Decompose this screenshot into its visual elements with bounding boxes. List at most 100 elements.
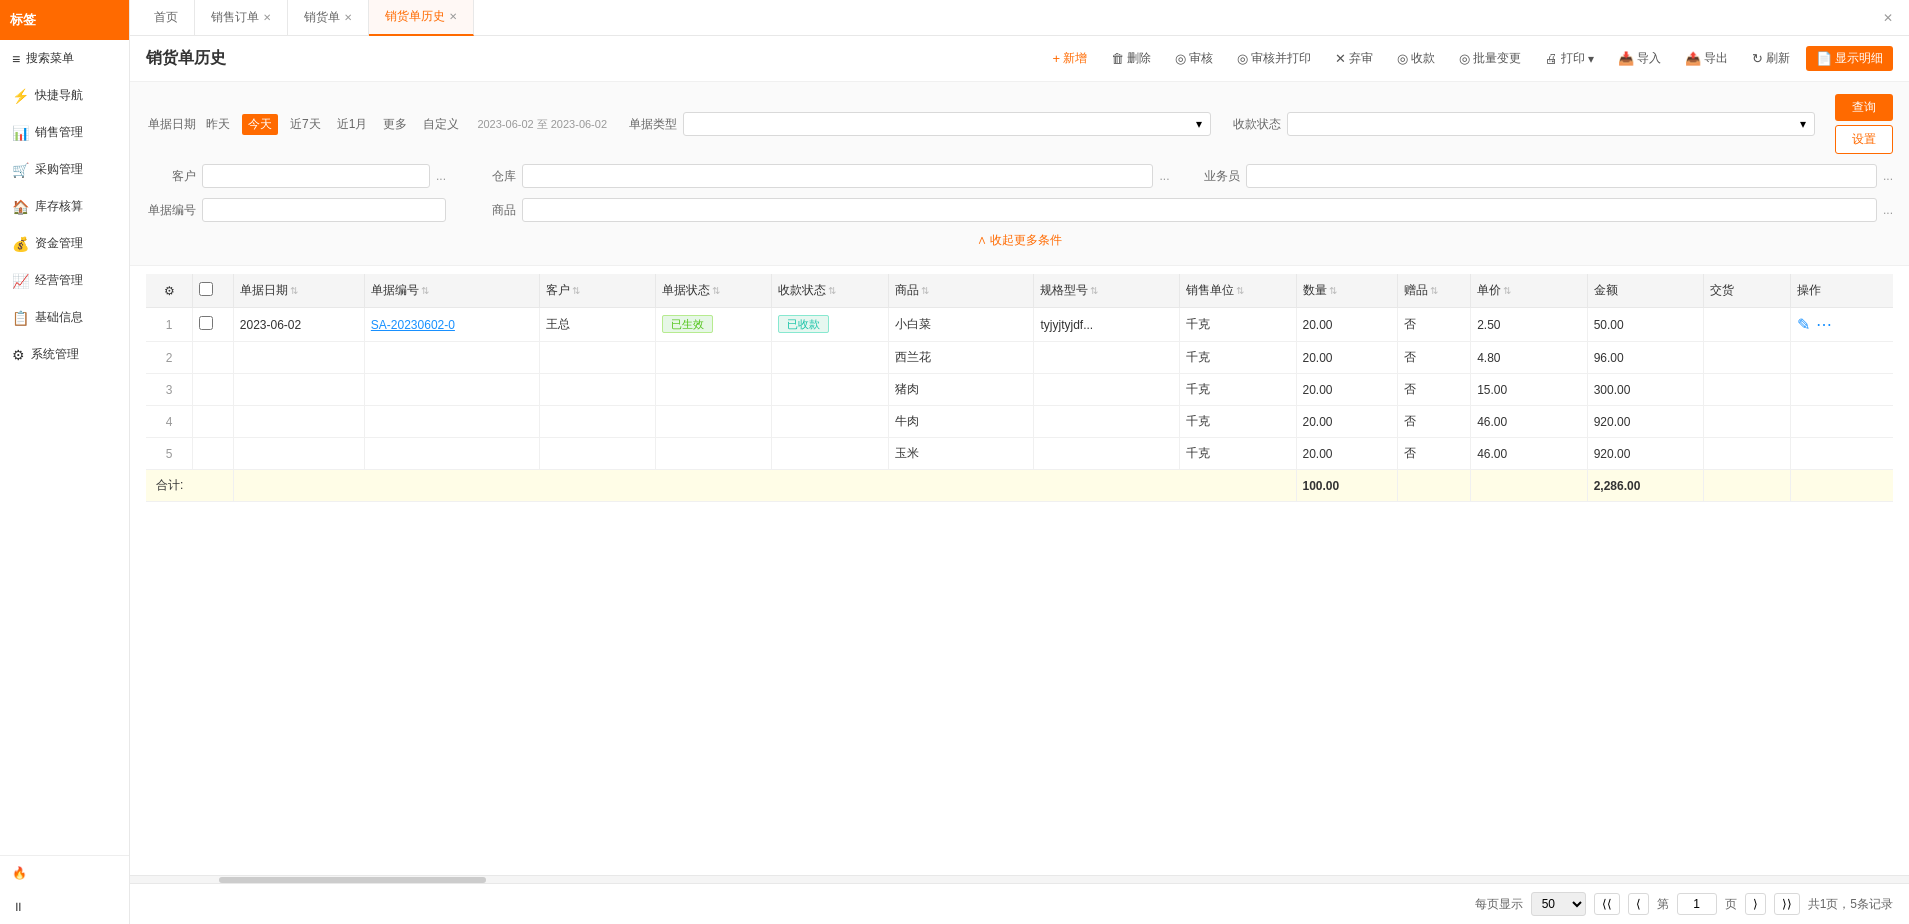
action-btns-1: ✎ ⋯ — [1797, 315, 1887, 334]
th-unit-price[interactable]: 单价 ⇅ — [1471, 274, 1587, 308]
row-transaction-3 — [1704, 374, 1791, 406]
collect-button[interactable]: ◎ 收款 — [1389, 46, 1443, 71]
import-button[interactable]: 📥 导入 — [1610, 46, 1669, 71]
row-doc-no-1: SA-20230602-0 — [364, 308, 539, 342]
batch-change-icon: ◎ — [1459, 51, 1470, 66]
row-quantity-3: 20.00 — [1296, 374, 1398, 406]
sidebar-item-search-menu[interactable]: ≡ 搜索菜单 — [0, 40, 129, 77]
table-row: 2 西兰花 千克 20.00 否 4.80 96.00 — [146, 342, 1893, 374]
tab-close-all[interactable]: ✕ — [1875, 11, 1901, 25]
th-payment-status[interactable]: 收款状态 ⇅ — [772, 274, 888, 308]
th-doc-status[interactable]: 单据状态 ⇅ — [655, 274, 771, 308]
row-num-2: 2 — [146, 342, 193, 374]
tab-home[interactable]: 首页 — [138, 0, 195, 36]
th-quantity[interactable]: 数量 ⇅ — [1296, 274, 1398, 308]
row-spec-type-4 — [1034, 406, 1180, 438]
th-amount: 金额 — [1587, 274, 1703, 308]
collapse-button[interactable]: ∧ 收起更多条件 — [977, 232, 1062, 249]
date-tab-1month[interactable]: 近1月 — [333, 114, 372, 135]
new-button[interactable]: + 新增 — [1044, 46, 1095, 71]
row-customer-3 — [539, 374, 655, 406]
export-button[interactable]: 📤 导出 — [1677, 46, 1736, 71]
date-tab-custom[interactable]: 自定义 — [419, 114, 463, 135]
next-page-btn[interactable]: ⟩ — [1745, 893, 1766, 915]
date-tab-7days[interactable]: 近7天 — [286, 114, 325, 135]
tab-sales-order[interactable]: 销售订单 ✕ — [195, 0, 288, 36]
print-icon: 🖨 — [1545, 51, 1558, 66]
goods-input[interactable] — [522, 198, 1877, 222]
sidebar-item-purchase-mgmt[interactable]: 🛒 采购管理 — [0, 151, 129, 188]
sidebar-item-operations[interactable]: 📈 经营管理 — [0, 262, 129, 299]
th-spec-type[interactable]: 规格型号 ⇅ — [1034, 274, 1180, 308]
salesperson-input[interactable] — [1246, 164, 1877, 188]
more-btn-1[interactable]: ⋯ — [1816, 315, 1832, 334]
date-tab-today[interactable]: 今天 — [242, 114, 278, 135]
setting-button[interactable]: 设置 — [1835, 125, 1893, 154]
row-gift-4: 否 — [1398, 406, 1471, 438]
sidebar-bottom-item-1[interactable]: 🔥 — [0, 856, 129, 890]
sidebar-item-finance[interactable]: 💰 资金管理 — [0, 225, 129, 262]
row-doc-no-3 — [364, 374, 539, 406]
tab-sales-delivery[interactable]: 销货单 ✕ — [288, 0, 369, 36]
table-row: 4 牛肉 千克 20.00 否 46.00 920.00 — [146, 406, 1893, 438]
sidebar-item-label: 快捷导航 — [35, 87, 83, 104]
row-1-checkbox[interactable] — [199, 316, 213, 330]
last-page-btn[interactable]: ⟩⟩ — [1774, 893, 1800, 915]
select-all-checkbox[interactable] — [199, 282, 213, 296]
sidebar-item-sales-mgmt[interactable]: 📊 销售管理 — [0, 114, 129, 151]
sidebar-bottom-item-2[interactable]: ⏸ — [0, 890, 129, 924]
refresh-button[interactable]: ↻ 刷新 — [1744, 46, 1798, 71]
payment-status-select[interactable]: ▾ — [1287, 112, 1815, 136]
row-goods-2: 西兰花 — [888, 342, 1034, 374]
th-settings[interactable]: ⚙ — [146, 274, 193, 308]
per-page-select[interactable]: 50 100 200 — [1531, 892, 1586, 916]
doc-no-link-1[interactable]: SA-20230602-0 — [371, 318, 455, 332]
row-num-1: 1 — [146, 308, 193, 342]
first-page-btn[interactable]: ⟨⟨ — [1594, 893, 1620, 915]
warehouse-dots[interactable]: ... — [1159, 169, 1169, 183]
customer-dots[interactable]: ... — [436, 169, 446, 183]
sidebar-item-sys-mgmt[interactable]: ⚙ 系统管理 — [0, 336, 129, 373]
edit-btn-1[interactable]: ✎ — [1797, 315, 1810, 334]
sales-mgmt-icon: 📊 — [12, 125, 29, 141]
close-sales-order-icon[interactable]: ✕ — [263, 12, 271, 23]
th-goods[interactable]: 商品 ⇅ — [888, 274, 1034, 308]
sidebar-item-basic-info[interactable]: 📋 基础信息 — [0, 299, 129, 336]
th-doc-no[interactable]: 单据编号 ⇅ — [364, 274, 539, 308]
th-checkbox — [193, 274, 234, 308]
customer-input[interactable] — [202, 164, 430, 188]
close-sales-history-icon[interactable]: ✕ — [449, 11, 457, 22]
filter-payment-status: 收款状态 ▾ — [1231, 112, 1815, 136]
audit-button[interactable]: ◎ 审核 — [1167, 46, 1221, 71]
goods-dots[interactable]: ... — [1883, 203, 1893, 217]
print-button[interactable]: 🖨 打印 ▾ — [1537, 46, 1602, 71]
warehouse-input[interactable] — [522, 164, 1153, 188]
doc-type-select[interactable]: ▾ — [683, 112, 1211, 136]
date-tab-more[interactable]: 更多 — [379, 114, 411, 135]
close-sales-delivery-icon[interactable]: ✕ — [344, 12, 352, 23]
th-customer[interactable]: 客户 ⇅ — [539, 274, 655, 308]
th-gift[interactable]: 赠品 ⇅ — [1398, 274, 1471, 308]
page-input[interactable] — [1677, 893, 1717, 915]
row-amount-5: 920.00 — [1587, 438, 1703, 470]
batch-change-button[interactable]: ◎ 批量变更 — [1451, 46, 1529, 71]
th-doc-date[interactable]: 单据日期 ⇅ — [233, 274, 364, 308]
show-detail-button[interactable]: 📄 显示明细 — [1806, 46, 1893, 71]
tab-sales-history[interactable]: 销货单历史 ✕ — [369, 0, 474, 36]
horizontal-scrollbar[interactable] — [130, 875, 1909, 883]
prev-page-btn[interactable]: ⟨ — [1628, 893, 1649, 915]
query-button[interactable]: 查询 — [1835, 94, 1893, 121]
pause-icon: ⏸ — [12, 900, 24, 914]
sidebar-item-quick-nav[interactable]: ⚡ 快捷导航 — [0, 77, 129, 114]
th-sales-unit[interactable]: 销售单位 ⇅ — [1180, 274, 1296, 308]
delete-button[interactable]: 🗑 删除 — [1103, 46, 1159, 71]
th-action: 操作 — [1791, 274, 1893, 308]
payment-status-label: 收款状态 — [1231, 116, 1281, 133]
doc-no-input[interactable] — [202, 198, 446, 222]
audit-print-button[interactable]: ◎ 审核并打印 — [1229, 46, 1319, 71]
date-tab-yesterday[interactable]: 昨天 — [202, 114, 234, 135]
salesperson-dots[interactable]: ... — [1883, 169, 1893, 183]
sidebar-item-inventory[interactable]: 🏠 库存核算 — [0, 188, 129, 225]
abandon-button[interactable]: ✕ 弃审 — [1327, 46, 1381, 71]
filter-warehouse: 仓库 ... — [466, 164, 1170, 188]
